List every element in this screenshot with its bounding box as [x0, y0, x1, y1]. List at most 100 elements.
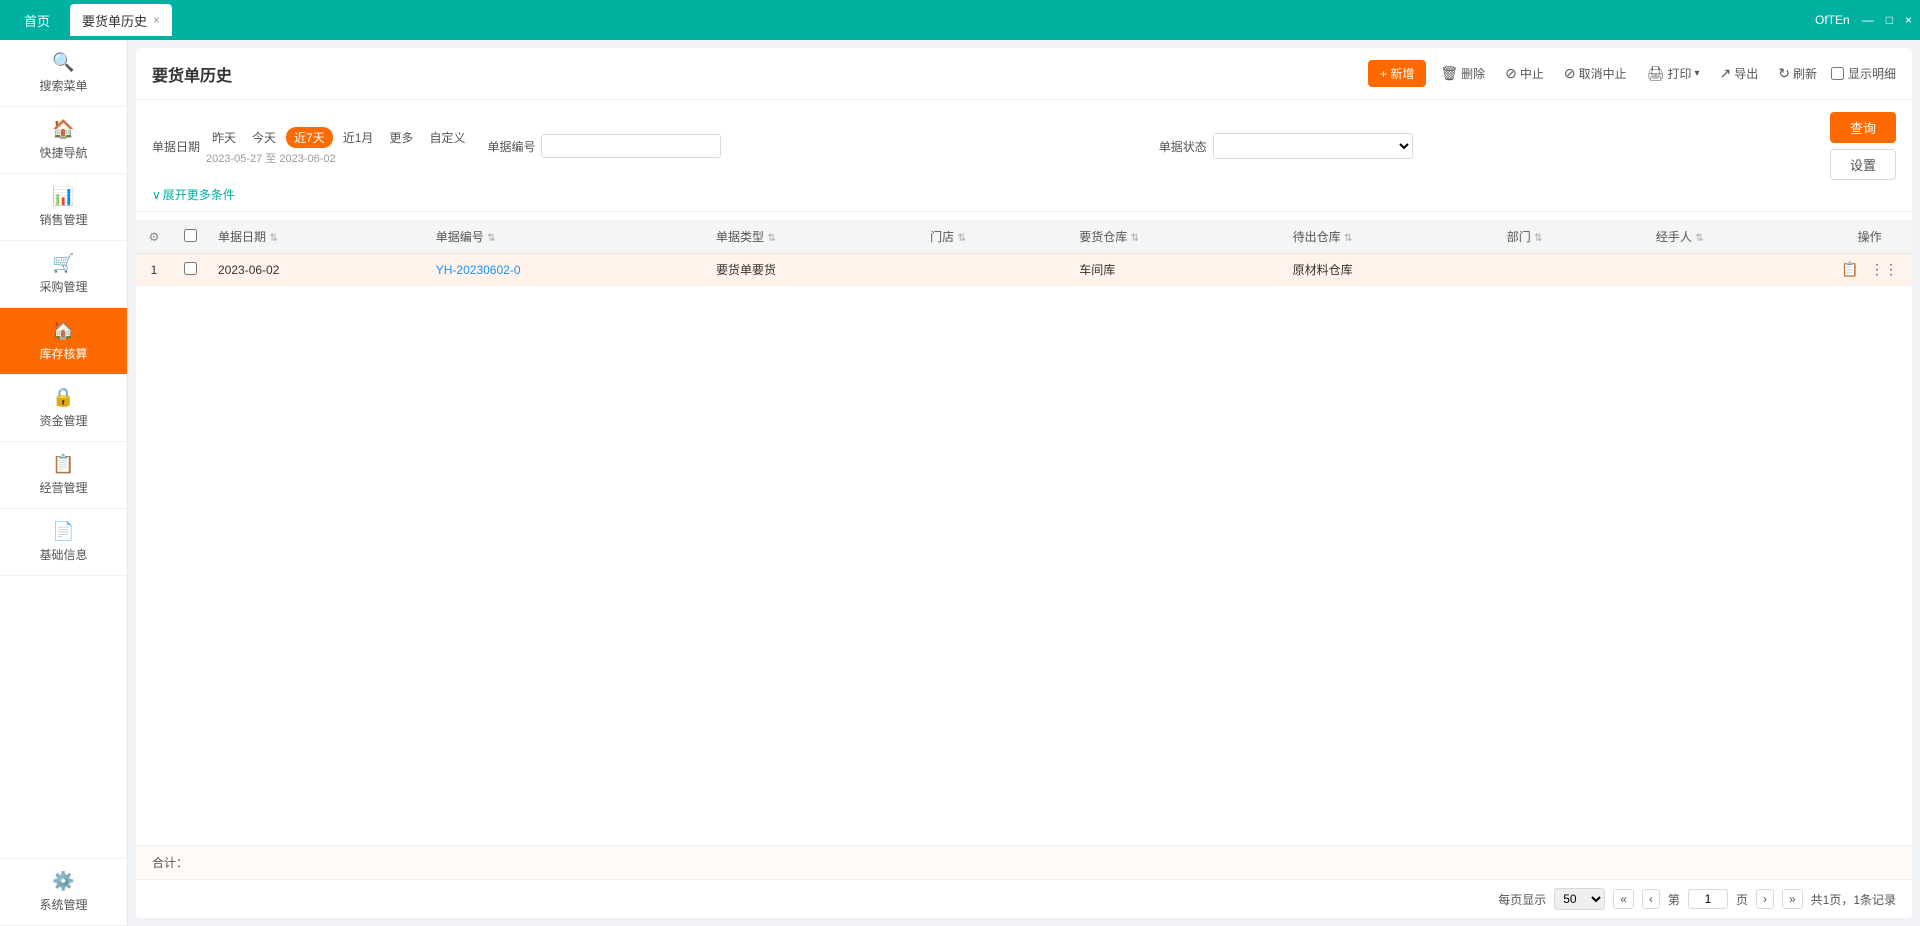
sidebar-item-finance[interactable]: 🔒 资金管理: [0, 375, 127, 442]
sidebar-item-label: 搜索菜单: [39, 77, 87, 94]
cell-handler: [1646, 254, 1827, 286]
inventory-icon: 🏠: [52, 320, 74, 341]
page-header: 要货单历史 + 新增 🗑 删除 ⊘ 中止 ⊘ 取消中止: [136, 48, 1912, 100]
setting-button[interactable]: 设置: [1830, 149, 1896, 180]
cell-date: 2023-06-02: [208, 254, 426, 286]
search-menu-icon: 🔍: [52, 52, 74, 73]
sales-icon: 📊: [52, 186, 74, 207]
finance-icon: 🔒: [52, 387, 74, 408]
date-tab-custom[interactable]: 自定义: [423, 127, 471, 148]
print-icon: 🖨: [1647, 65, 1665, 82]
sidebar-item-label: 采购管理: [39, 278, 87, 295]
col-handler[interactable]: 经手人 ⇅: [1646, 220, 1827, 254]
doc-status-filter-group: 单据状态: [1159, 133, 1814, 159]
sidebar-item-search-menu[interactable]: 🔍 搜索菜单: [0, 40, 127, 107]
expand-more-btn[interactable]: ∨ 展开更多条件: [152, 186, 1896, 203]
sidebar-item-base-info[interactable]: 📄 基础信息: [0, 509, 127, 576]
date-tab-yesterday[interactable]: 昨天: [206, 127, 242, 148]
next-page-btn[interactable]: ›: [1756, 889, 1774, 909]
base-info-icon: 📄: [52, 521, 74, 542]
row-check[interactable]: [172, 254, 208, 286]
col-store[interactable]: 门店 ⇅: [920, 220, 1069, 254]
filter-actions: 查询 设置: [1830, 112, 1896, 180]
print-button[interactable]: 🖨 打印 ▾: [1641, 61, 1706, 86]
sidebar-item-sales[interactable]: 📊 销售管理: [0, 174, 127, 241]
date-tab-1month[interactable]: 近1月: [337, 127, 380, 148]
sidebar-item-label: 经营管理: [39, 479, 87, 496]
cancel-stop-button[interactable]: ⊘ 取消中止: [1558, 61, 1633, 86]
first-page-btn[interactable]: «: [1613, 889, 1634, 909]
often-label: OfTEn: [1815, 13, 1850, 27]
new-button[interactable]: + 新增: [1368, 60, 1426, 87]
purchase-icon: 🛒: [52, 253, 74, 274]
sort-store-icon: ⇅: [957, 233, 965, 244]
row-num: 1: [136, 254, 172, 286]
action-edit-icon[interactable]: 📋: [1837, 259, 1862, 279]
prev-page-btn[interactable]: ‹: [1642, 889, 1660, 909]
date-label: 单据日期: [152, 138, 200, 155]
main-layout: 🔍 搜索菜单 🏠 快捷导航 📊 销售管理 🛒 采购管理 🏠 库存核算 🔒 资金管…: [0, 40, 1920, 926]
doc-status-select[interactable]: [1213, 133, 1413, 159]
close-window-btn[interactable]: ×: [1905, 13, 1912, 27]
sidebar-item-label: 库存核算: [39, 345, 87, 362]
sidebar-item-system[interactable]: ⚙️ 系统管理: [0, 858, 127, 926]
page-unit-label: 页: [1736, 891, 1748, 908]
top-bar-right: OfTEn — □ ×: [1815, 13, 1912, 27]
select-all-checkbox[interactable]: [184, 229, 197, 242]
tab-close-icon[interactable]: ×: [153, 13, 160, 27]
col-doc-num[interactable]: 单据编号 ⇅: [426, 220, 706, 254]
cell-doc-num: YH-20230602-0: [426, 254, 706, 286]
doc-status-label: 单据状态: [1159, 138, 1207, 155]
row-checkbox[interactable]: [184, 262, 197, 275]
doc-num-label: 单据编号: [487, 138, 535, 155]
sidebar-item-purchase[interactable]: 🛒 采购管理: [0, 241, 127, 308]
col-date[interactable]: 单据日期 ⇅: [208, 220, 426, 254]
page-title: 要货单历史: [152, 62, 1368, 86]
col-check: [172, 220, 208, 254]
tab-home[interactable]: 首页: [8, 0, 66, 40]
action-more-icon[interactable]: ⋮⋮: [1866, 259, 1902, 279]
content-area: 要货单历史 + 新增 🗑 删除 ⊘ 中止 ⊘ 取消中止: [128, 40, 1920, 926]
print-dropdown-icon: ▾: [1694, 68, 1699, 79]
sort-reqwh-icon: ⇅: [1131, 233, 1139, 244]
table-area: ⚙ 单据日期 ⇅ 单据编号 ⇅: [136, 212, 1912, 845]
sidebar-item-label: 快捷导航: [39, 144, 87, 161]
last-page-btn[interactable]: »: [1782, 889, 1803, 909]
toolbar: + 新增 🗑 删除 ⊘ 中止 ⊘ 取消中止 🖨 打: [1368, 60, 1896, 87]
date-tab-7days[interactable]: 近7天: [286, 127, 333, 148]
show-detail-input[interactable]: [1831, 67, 1844, 80]
export-button[interactable]: ↗ 导出: [1713, 61, 1764, 86]
page-size-select[interactable]: 20 50 100: [1554, 888, 1605, 910]
col-dept[interactable]: 部门 ⇅: [1497, 220, 1646, 254]
doc-num-input[interactable]: [541, 134, 721, 158]
system-icon: ⚙️: [52, 871, 74, 892]
sidebar-item-inventory[interactable]: 🏠 库存核算: [0, 308, 127, 375]
cell-wait-warehouse: 原材料仓库: [1283, 254, 1497, 286]
sort-dept-icon: ⇅: [1534, 233, 1542, 244]
date-tab-today[interactable]: 今天: [246, 127, 282, 148]
refresh-button[interactable]: ↻ 刷新: [1772, 61, 1823, 86]
cell-req-warehouse: 车间库: [1069, 254, 1282, 286]
query-button[interactable]: 查询: [1830, 112, 1896, 143]
show-detail-checkbox[interactable]: 显示明细: [1831, 65, 1896, 82]
tab-active[interactable]: 要货单历史 ×: [70, 4, 172, 36]
table-row: 1 2023-06-02 YH-20230602-0 要货单要货 车间库: [136, 254, 1912, 286]
col-doc-type[interactable]: 单据类型 ⇅: [706, 220, 920, 254]
minimize-btn[interactable]: —: [1862, 13, 1874, 27]
page-container: 要货单历史 + 新增 🗑 删除 ⊘ 中止 ⊘ 取消中止: [136, 48, 1912, 918]
sidebar-item-operation[interactable]: 📋 经营管理: [0, 442, 127, 509]
page-number-input[interactable]: [1688, 889, 1728, 909]
delete-button[interactable]: 🗑 删除: [1434, 61, 1491, 86]
cell-dept: [1497, 254, 1646, 286]
page-size-label: 每页显示: [1498, 891, 1546, 908]
sidebar-item-quick-nav[interactable]: 🏠 快捷导航: [0, 107, 127, 174]
col-wait-warehouse[interactable]: 待出仓库 ⇅: [1283, 220, 1497, 254]
doc-num-link[interactable]: YH-20230602-0: [436, 263, 521, 277]
table-header: ⚙ 单据日期 ⇅ 单据编号 ⇅: [136, 220, 1912, 254]
maximize-btn[interactable]: □: [1886, 13, 1893, 27]
sort-date-icon: ⇅: [269, 233, 277, 244]
date-tab-more[interactable]: 更多: [383, 127, 419, 148]
stop-button[interactable]: ⊘ 中止: [1499, 61, 1550, 86]
table-settings-icon[interactable]: ⚙: [149, 230, 160, 244]
col-req-warehouse[interactable]: 要货仓库 ⇅: [1069, 220, 1282, 254]
